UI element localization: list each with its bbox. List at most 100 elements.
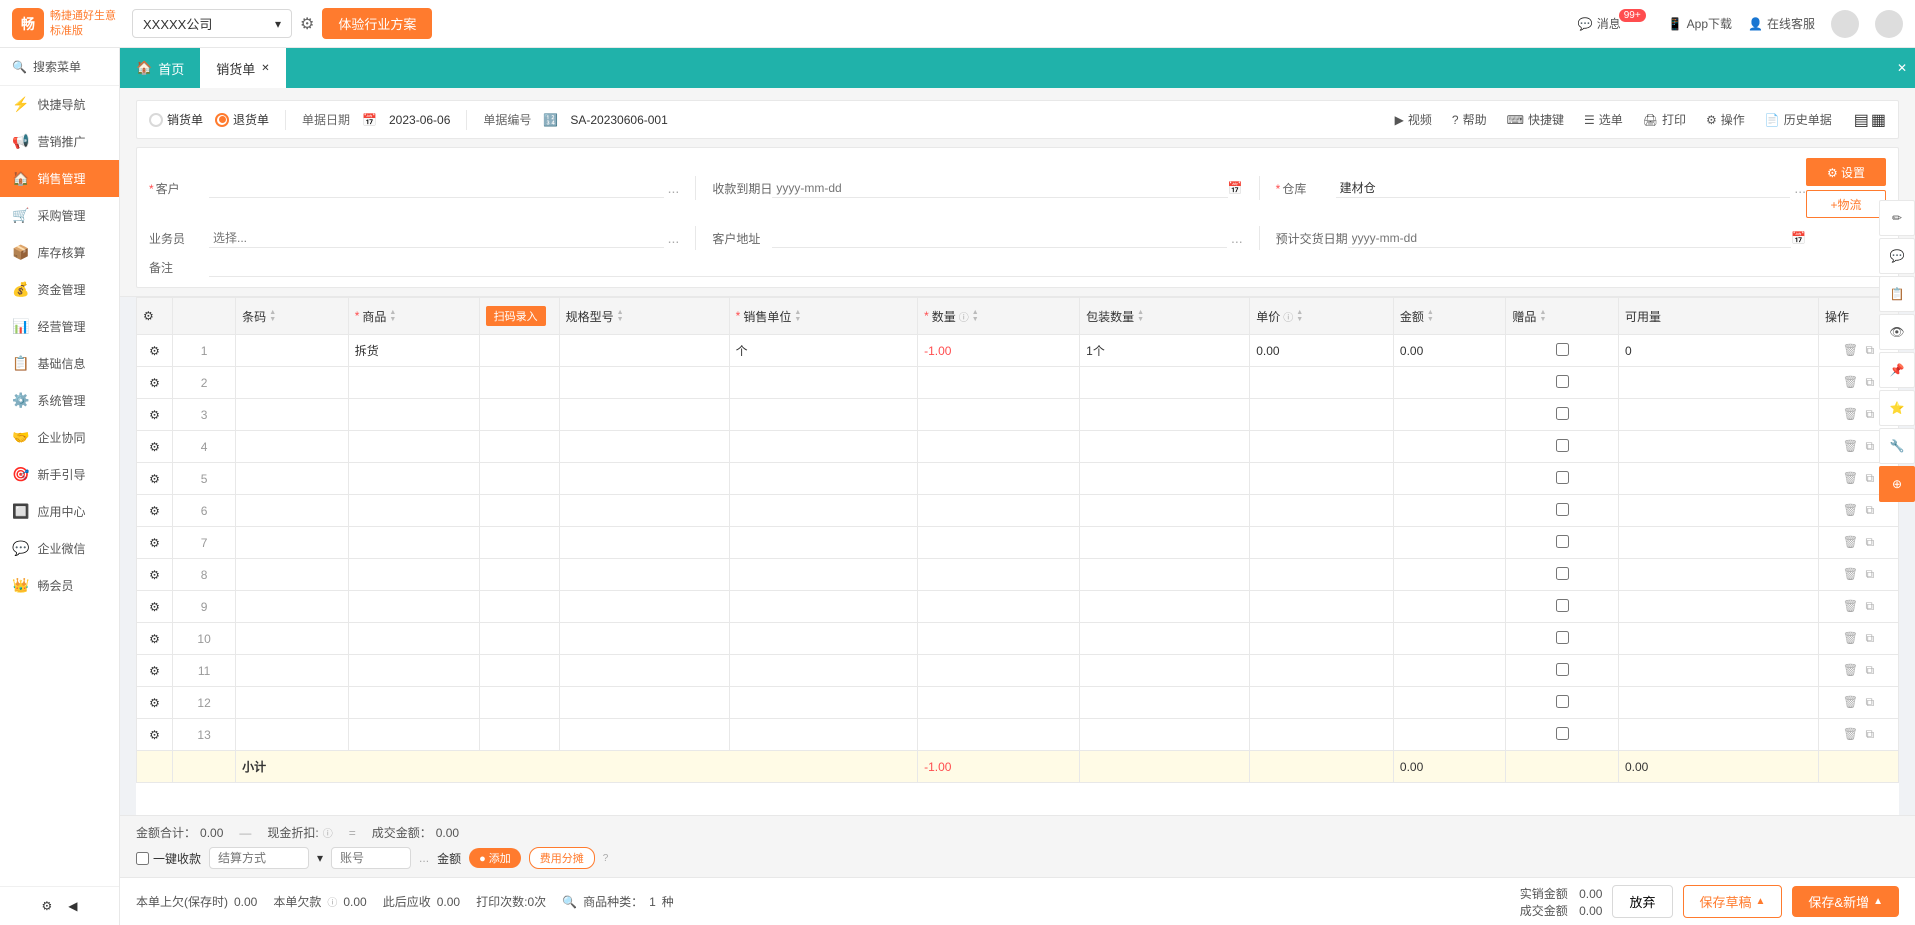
copy-icon-2[interactable]: ⧉: [1866, 407, 1875, 421]
row-quantity-0[interactable]: -1.00: [918, 335, 1080, 367]
row-settings-3[interactable]: ⚙: [137, 431, 173, 463]
copy-icon-6[interactable]: ⧉: [1866, 535, 1875, 549]
row-unit-1[interactable]: [729, 367, 917, 399]
copy-icon-8[interactable]: ⧉: [1866, 599, 1875, 613]
th-spec[interactable]: 规格型号 ▲▼: [559, 298, 729, 335]
tab-close-icon[interactable]: ✕: [261, 63, 269, 74]
row-product-5[interactable]: [348, 495, 479, 527]
row-unit-0[interactable]: 个: [729, 335, 917, 367]
row-pack-qty-9[interactable]: [1080, 623, 1250, 655]
select-btn[interactable]: ☰ 选单: [1578, 109, 1629, 130]
row-gift-5[interactable]: [1506, 495, 1619, 527]
copy-icon-12[interactable]: ⧉: [1866, 727, 1875, 741]
customer-dots[interactable]: ...: [668, 180, 680, 196]
row-barcode-3[interactable]: [236, 431, 349, 463]
row-barcode-1[interactable]: [236, 367, 349, 399]
row-settings-12[interactable]: ⚙: [137, 719, 173, 751]
sidebar-item-quick-nav[interactable]: ⚡ 快捷导航: [0, 86, 119, 123]
salesperson-dots[interactable]: ...: [668, 230, 680, 246]
row-quantity-5[interactable]: [918, 495, 1080, 527]
copy-icon-11[interactable]: ⧉: [1866, 695, 1875, 709]
row-quantity-10[interactable]: [918, 655, 1080, 687]
th-quantity[interactable]: * 数量 ⓘ ▲▼: [918, 298, 1080, 335]
logistics-side-btn[interactable]: +物流: [1806, 190, 1886, 218]
delete-icon-3[interactable]: 🗑: [1843, 439, 1858, 453]
row-quantity-12[interactable]: [918, 719, 1080, 751]
row-amount-3[interactable]: [1393, 431, 1506, 463]
rp-comment-btn[interactable]: 💬: [1879, 238, 1915, 274]
row-settings-1[interactable]: ⚙: [137, 367, 173, 399]
row-barcode-11[interactable]: [236, 687, 349, 719]
copy-icon-1[interactable]: ⧉: [1866, 375, 1875, 389]
row-amount-6[interactable]: [1393, 527, 1506, 559]
rp-edit-btn[interactable]: ✏: [1879, 200, 1915, 236]
shortcut-btn[interactable]: ⌨ 快捷键: [1501, 109, 1570, 130]
delete-icon-2[interactable]: 🗑: [1843, 407, 1858, 421]
sidebar-item-operations[interactable]: 📊 经营管理: [0, 308, 119, 345]
customer-address-input[interactable]: [772, 229, 1227, 248]
row-amount-4[interactable]: [1393, 463, 1506, 495]
row-amount-0[interactable]: 0.00: [1393, 335, 1506, 367]
row-quantity-3[interactable]: [918, 431, 1080, 463]
row-unit-price-10[interactable]: [1250, 655, 1394, 687]
rp-pin-btn[interactable]: 📌: [1879, 352, 1915, 388]
row-gift-8[interactable]: [1506, 591, 1619, 623]
delete-icon-12[interactable]: 🗑: [1843, 727, 1858, 741]
row-unit-4[interactable]: [729, 463, 917, 495]
history-btn[interactable]: 📄 历史单据: [1759, 109, 1838, 130]
row-unit-2[interactable]: [729, 399, 917, 431]
sidebar-search[interactable]: 🔍 搜索菜单: [0, 48, 119, 86]
abandon-button[interactable]: 放弃: [1612, 885, 1672, 918]
row-pack-qty-1[interactable]: [1080, 367, 1250, 399]
row-settings-5[interactable]: ⚙: [137, 495, 173, 527]
th-settings[interactable]: ⚙: [137, 298, 173, 335]
row-settings-11[interactable]: ⚙: [137, 687, 173, 719]
one-click-payment[interactable]: 一键收款: [136, 850, 201, 867]
row-product-8[interactable]: [348, 591, 479, 623]
copy-icon-5[interactable]: ⧉: [1866, 503, 1875, 517]
row-spec-6[interactable]: [559, 527, 729, 559]
row-amount-10[interactable]: [1393, 655, 1506, 687]
delete-icon-5[interactable]: 🗑: [1843, 503, 1858, 517]
cost-split-button[interactable]: 费用分摊: [529, 847, 595, 869]
rp-action-btn[interactable]: ⊕: [1879, 466, 1915, 502]
settings-icon[interactable]: ⚙: [300, 14, 314, 34]
row-action-12[interactable]: 🗑 ⧉: [1819, 719, 1899, 751]
due-date-input[interactable]: [772, 179, 1227, 198]
th-unit[interactable]: * 销售单位 ▲▼: [729, 298, 917, 335]
row-pack-qty-8[interactable]: [1080, 591, 1250, 623]
copy-icon-9[interactable]: ⧉: [1866, 631, 1875, 645]
trial-button[interactable]: 体验行业方案: [322, 8, 432, 39]
save-draft-button[interactable]: 保存草稿 ▲: [1683, 885, 1783, 918]
row-product-12[interactable]: [348, 719, 479, 751]
delete-icon-7[interactable]: 🗑: [1843, 567, 1858, 581]
warehouse-dots[interactable]: ...: [1794, 180, 1806, 196]
row-product-0[interactable]: 拆货: [348, 335, 479, 367]
copy-icon-3[interactable]: ⧉: [1866, 439, 1875, 453]
rp-copy-btn[interactable]: 📋: [1879, 276, 1915, 312]
payment-method-input[interactable]: [209, 847, 309, 869]
layout-list-icon[interactable]: ▤: [1854, 110, 1869, 130]
row-settings-6[interactable]: ⚙: [137, 527, 173, 559]
row-unit-6[interactable]: [729, 527, 917, 559]
row-pack-qty-0[interactable]: 1个: [1080, 335, 1250, 367]
row-spec-10[interactable]: [559, 655, 729, 687]
row-quantity-4[interactable]: [918, 463, 1080, 495]
row-gift-10[interactable]: [1506, 655, 1619, 687]
company-selector[interactable]: XXXXX公司 ▾: [132, 9, 292, 38]
row-product-10[interactable]: [348, 655, 479, 687]
row-product-4[interactable]: [348, 463, 479, 495]
one-click-checkbox[interactable]: [136, 852, 149, 865]
row-product-3[interactable]: [348, 431, 479, 463]
row-unit-price-1[interactable]: [1250, 367, 1394, 399]
sidebar-item-marketing[interactable]: 📢 营销推广: [0, 123, 119, 160]
delete-icon-10[interactable]: 🗑: [1843, 663, 1858, 677]
online-service-action[interactable]: 👤 在线客服: [1748, 15, 1815, 32]
row-spec-8[interactable]: [559, 591, 729, 623]
th-unit-price[interactable]: 单价 ⓘ ▲▼: [1250, 298, 1394, 335]
row-product-6[interactable]: [348, 527, 479, 559]
row-spec-2[interactable]: [559, 399, 729, 431]
sidebar-item-system[interactable]: ⚙️ 系统管理: [0, 382, 119, 419]
row-pack-qty-3[interactable]: [1080, 431, 1250, 463]
date-icon[interactable]: 📅: [362, 113, 377, 127]
